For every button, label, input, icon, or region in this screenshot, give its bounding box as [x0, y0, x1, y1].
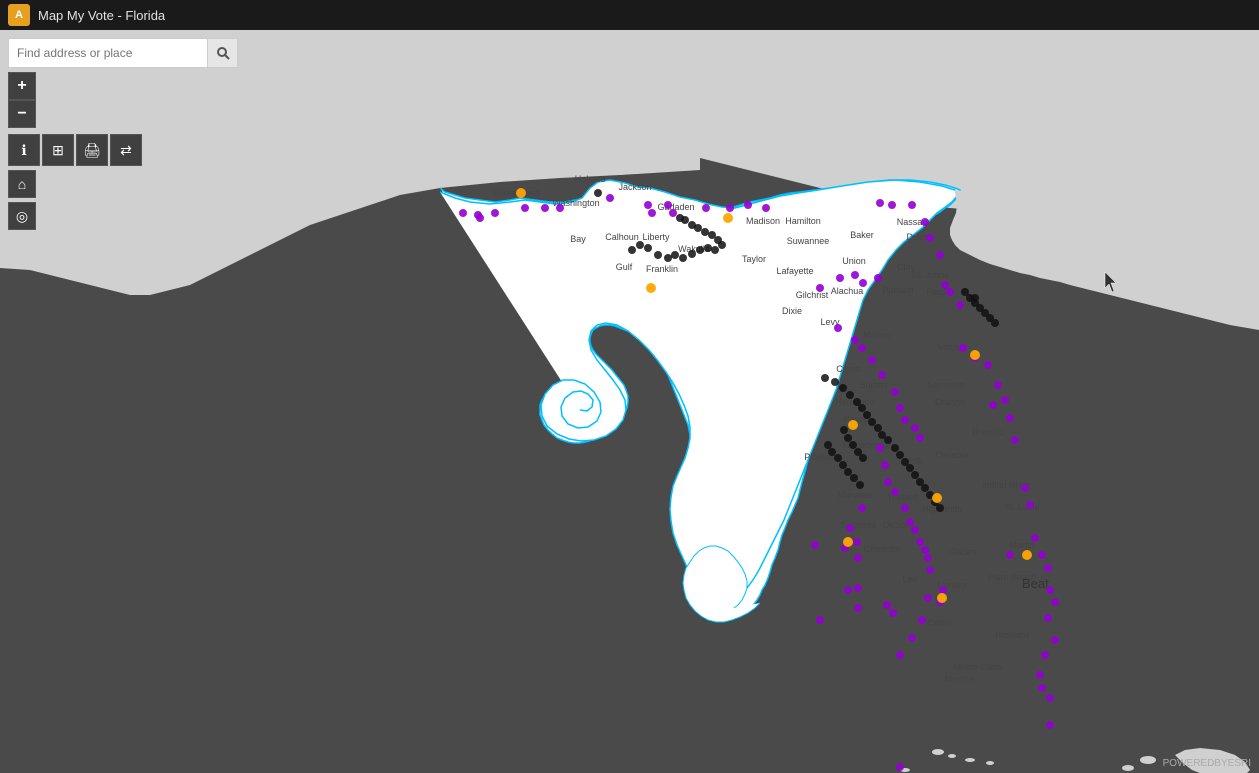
svg-text:Alachua: Alachua: [831, 286, 864, 296]
map-container: Holmes Jackson Gadaden Washington Calhou…: [0, 30, 1259, 773]
app-icon: A: [8, 4, 30, 26]
svg-text:Marion: Marion: [863, 330, 891, 340]
svg-text:Sarasota: Sarasota: [840, 520, 876, 530]
search-row: [8, 38, 238, 68]
svg-text:Monroe: Monroe: [945, 674, 976, 684]
svg-text:Liberty: Liberty: [642, 232, 670, 242]
svg-text:Broward: Broward: [995, 630, 1029, 640]
svg-text:Seminole: Seminole: [927, 380, 965, 390]
svg-text:Charlotte: Charlotte: [864, 544, 901, 554]
svg-text:Orange: Orange: [935, 397, 965, 407]
svg-text:Bay: Bay: [570, 234, 586, 244]
svg-text:Gulf: Gulf: [616, 262, 633, 272]
zoom-in-button[interactable]: +: [8, 72, 36, 100]
svg-text:Jackson: Jackson: [618, 182, 651, 192]
titlebar: A Map My Vote - Florida: [0, 0, 1259, 30]
svg-text:Osceola: Osceola: [935, 450, 968, 460]
svg-text:Calhoun: Calhoun: [605, 232, 639, 242]
zoom-out-button[interactable]: −: [8, 100, 36, 128]
svg-text:Taylor: Taylor: [742, 254, 766, 264]
svg-text:Lee: Lee: [902, 574, 917, 584]
svg-text:Dixie: Dixie: [782, 306, 802, 316]
svg-text:Madison: Madison: [746, 216, 780, 226]
svg-text:Gilchrist: Gilchrist: [796, 290, 829, 300]
svg-text:Glades: Glades: [948, 547, 977, 557]
svg-text:Baker: Baker: [850, 230, 874, 240]
svg-text:St. Johns: St. Johns: [911, 270, 949, 280]
svg-text:Suwannee: Suwannee: [787, 236, 830, 246]
svg-text:Brevard: Brevard: [972, 427, 1004, 437]
svg-text:Holmes: Holmes: [575, 174, 606, 184]
tool-buttons: ℹ ⊞ 🖨 ⇄: [8, 134, 238, 166]
svg-text:Sumter: Sumter: [859, 380, 888, 390]
home-button[interactable]: ⌂: [8, 170, 36, 198]
search-input[interactable]: [8, 38, 208, 68]
svg-text:Lafayette: Lafayette: [776, 266, 813, 276]
toolbar: + − ℹ ⊞ 🖨 ⇄ ⌂ ◎: [8, 38, 238, 230]
esri-watermark: POWEREDBYESRI: [1163, 758, 1251, 769]
svg-text:Beat: Beat: [1022, 576, 1049, 591]
svg-text:Miami-Dade: Miami-Dade: [954, 662, 1003, 672]
zoom-controls: + −: [8, 72, 238, 128]
svg-text:Martin: Martin: [1009, 540, 1034, 550]
svg-text:Union: Union: [842, 256, 866, 266]
share-button[interactable]: ⇄: [110, 134, 142, 166]
svg-text:Collier: Collier: [927, 618, 953, 628]
svg-text:Citrus: Citrus: [836, 364, 860, 374]
svg-text:Franklin: Franklin: [646, 264, 678, 274]
svg-text:Hamilton: Hamilton: [785, 216, 821, 226]
app-title: Map My Vote - Florida: [38, 8, 165, 23]
layer-button[interactable]: ⊞: [42, 134, 74, 166]
svg-text:Putnam: Putnam: [882, 285, 913, 295]
info-button[interactable]: ℹ: [8, 134, 40, 166]
svg-text:Duval: Duval: [906, 232, 929, 242]
print-button[interactable]: 🖨: [76, 134, 108, 166]
location-button[interactable]: ◎: [8, 202, 36, 230]
svg-text:St. Lucie: St. Lucie: [1004, 502, 1039, 512]
search-button[interactable]: [208, 38, 238, 68]
svg-text:Manatee: Manatee: [837, 490, 872, 500]
